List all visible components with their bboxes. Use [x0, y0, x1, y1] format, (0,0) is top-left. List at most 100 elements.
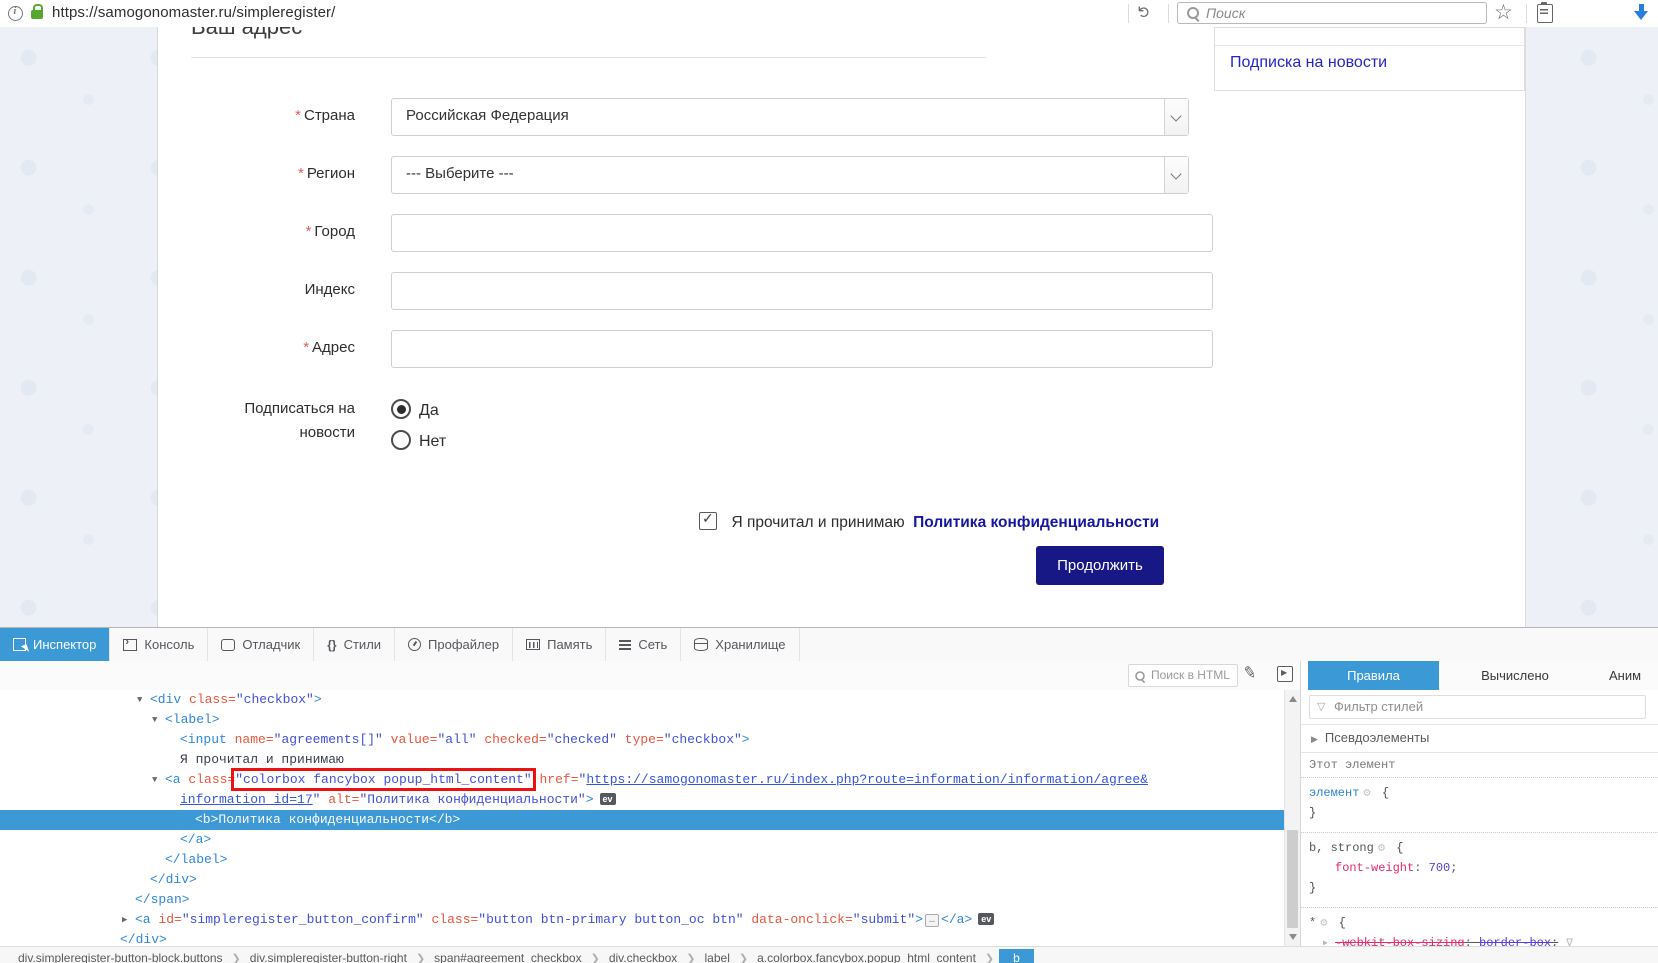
markup-line[interactable]: </div>: [0, 870, 1284, 890]
chevron-down-icon[interactable]: [1164, 99, 1188, 135]
eyedropper-panel-icon[interactable]: [1277, 666, 1293, 682]
expander-arrow-icon[interactable]: ▼: [152, 770, 165, 790]
markup-line[interactable]: ▼ <label>: [0, 710, 1284, 730]
agreement-checkbox[interactable]: [699, 510, 717, 530]
devtools-tab-bar: Инспектор Консоль Отладчик {} Стили Профайлер…: [0, 628, 1658, 662]
expander-arrow-icon[interactable]: ▼: [137, 690, 150, 710]
url-bar[interactable]: https://samogonomaster.ru/simpleregister…: [52, 4, 335, 21]
field-input-5[interactable]: [391, 330, 1213, 368]
breadcrumb-item[interactable]: span#agreement_checkbox: [430, 949, 585, 963]
markup-token: [181, 692, 189, 707]
chevron-down-icon[interactable]: [1164, 157, 1188, 193]
markup-line[interactable]: ▼ <div class="checkbox">: [0, 690, 1284, 710]
gear-icon[interactable]: ⚙: [1363, 786, 1370, 800]
tab-инспектор[interactable]: Инспектор: [0, 628, 111, 661]
rule-selector-line[interactable]: * ⚙ {: [1309, 913, 1658, 933]
breadcrumb-item[interactable]: div.simpleregister-button-right: [246, 949, 411, 963]
bookmark-star-icon[interactable]: ☆: [1494, 0, 1513, 25]
rule-selector-line[interactable]: b, strong ⚙ {: [1309, 838, 1658, 858]
gear-icon[interactable]: ⚙: [1320, 916, 1327, 930]
expander-arrow-icon[interactable]: ▶: [122, 910, 135, 930]
markup-line[interactable]: ▼ <a class="colorbox fancybox popup_html_…: [0, 768, 1284, 791]
field-select-1[interactable]: Российская Федерация: [391, 98, 1189, 136]
scroll-up-icon[interactable]: [1289, 696, 1297, 702]
css-property[interactable]: font-weight: 700;: [1309, 858, 1658, 878]
site-info-icon[interactable]: [8, 6, 23, 21]
form-row: * Регион --- Выберите ---: [188, 156, 1189, 194]
expander-arrow-icon[interactable]: ▼: [152, 710, 165, 730]
pseudo-elements-section[interactable]: ▶ Псевдоэлементы: [1301, 724, 1658, 753]
field-input-3[interactable]: [391, 214, 1213, 252]
subscribe-label: Подписаться на новости: [244, 400, 355, 441]
markup-line[interactable]: </a>: [0, 830, 1284, 850]
markup-token: "checkbox": [663, 732, 742, 747]
continue-button[interactable]: Продолжить: [1036, 546, 1164, 585]
field-label: * Город: [305, 223, 355, 240]
html-markup-view: ▼ <div class="checkbox"> ▼ <label> <input na…: [0, 690, 1284, 946]
browser-search-input[interactable]: Поиск: [1177, 2, 1487, 24]
tab-память[interactable]: Память: [513, 628, 607, 661]
tab-консоль[interactable]: Консоль: [110, 628, 209, 661]
scrollbar-thumb[interactable]: [1287, 830, 1298, 928]
tab-label: Хранилище: [715, 637, 786, 652]
tab-сеть[interactable]: Сеть: [606, 628, 682, 661]
form-row: * Страна Российская Федерация: [188, 98, 1189, 136]
content-card: Ваш адрес *Страна Российская Федерация *Ре…: [157, 27, 1526, 628]
rule-selector: элемент: [1309, 786, 1360, 800]
edit-html-pencil-icon[interactable]: ✎: [1241, 662, 1258, 684]
field-label: * Регион: [297, 165, 355, 182]
field-select-2[interactable]: --- Выберите ---: [391, 156, 1189, 194]
breadcrumb-item[interactable]: a.colorbox.fancybox.popup_html_content: [753, 949, 980, 963]
style-filter-input[interactable]: ▽ Фильтр стилей: [1309, 695, 1646, 719]
tab-хранилище[interactable]: Хранилище: [681, 628, 800, 661]
breadcrumb-separator-icon: ❯: [738, 953, 749, 963]
markup-line[interactable]: <b>Политика конфиденциальности</b>: [0, 810, 1284, 830]
tab-профайлер[interactable]: Профайлер: [395, 628, 514, 661]
download-icon[interactable]: [1634, 4, 1650, 22]
debugger-icon: [221, 638, 236, 651]
event-badge[interactable]: ev: [599, 793, 616, 805]
collapsed-content-icon[interactable]: …: [925, 914, 940, 927]
search-icon: [1135, 671, 1145, 681]
radio-button[interactable]: [391, 399, 411, 419]
markup-token: <a: [135, 912, 151, 927]
tab-стили[interactable]: {} Стили: [314, 628, 396, 661]
markup-line[interactable]: </div>: [0, 930, 1284, 946]
markup-line[interactable]: </label>: [0, 850, 1284, 870]
breadcrumb-item[interactable]: b: [999, 949, 1034, 963]
markup-scrollbar[interactable]: [1284, 690, 1301, 946]
markup-token: <label>: [165, 712, 220, 727]
radio-button[interactable]: [391, 430, 411, 450]
rules-tab-1[interactable]: Правила: [1308, 661, 1440, 690]
markup-line[interactable]: Я прочитал и принимаю: [0, 750, 1284, 770]
markup-token: name=: [234, 732, 274, 747]
reading-list-icon[interactable]: [1537, 2, 1553, 23]
breadcrumb-item[interactable]: div.checkbox: [605, 949, 681, 963]
privacy-policy-link[interactable]: Политика конфиденциальности: [913, 514, 1159, 531]
field-label: * Страна: [295, 107, 355, 124]
markup-line[interactable]: information_id=17" alt="Политика конфиде…: [0, 790, 1284, 810]
markup-token: </a>: [941, 912, 973, 927]
field-input-4[interactable]: [391, 272, 1213, 310]
gear-icon[interactable]: ⚙: [1378, 841, 1385, 855]
scroll-down-icon[interactable]: [1289, 934, 1297, 940]
markup-line[interactable]: ▶ <a id="simpleregister_button_confirm" c…: [0, 910, 1284, 930]
html-search-input[interactable]: Поиск в HTML: [1128, 664, 1238, 687]
rules-panel: Правила Вычислено Аним ▽ Фильтр стилей ▶ Пс…: [1301, 661, 1658, 963]
reload-icon[interactable]: ↻: [1135, 5, 1155, 18]
breadcrumb-item[interactable]: label: [701, 949, 734, 963]
rules-tab-2[interactable]: Вычислено: [1439, 661, 1592, 690]
rule-selector-line[interactable]: элемент ⚙ {: [1309, 783, 1658, 803]
search-icon: [1187, 7, 1199, 19]
tab-отладчик[interactable]: Отладчик: [208, 628, 315, 661]
sidebar-newsletter-link[interactable]: Подписка на новости: [1230, 54, 1387, 72]
rules-tab-3[interactable]: Аним: [1591, 661, 1658, 690]
event-badge[interactable]: ev: [978, 913, 995, 925]
breadcrumb-item[interactable]: div.simpleregister-button-block.buttons: [14, 949, 227, 963]
toolbar-divider: [1168, 4, 1169, 23]
secure-lock-icon[interactable]: [31, 4, 43, 19]
markup-token: [532, 772, 540, 787]
markup-line[interactable]: <input name="agreements[]" value="all" c…: [0, 730, 1284, 750]
toolbar-divider: [1128, 4, 1129, 23]
markup-line[interactable]: </span>: [0, 890, 1284, 910]
